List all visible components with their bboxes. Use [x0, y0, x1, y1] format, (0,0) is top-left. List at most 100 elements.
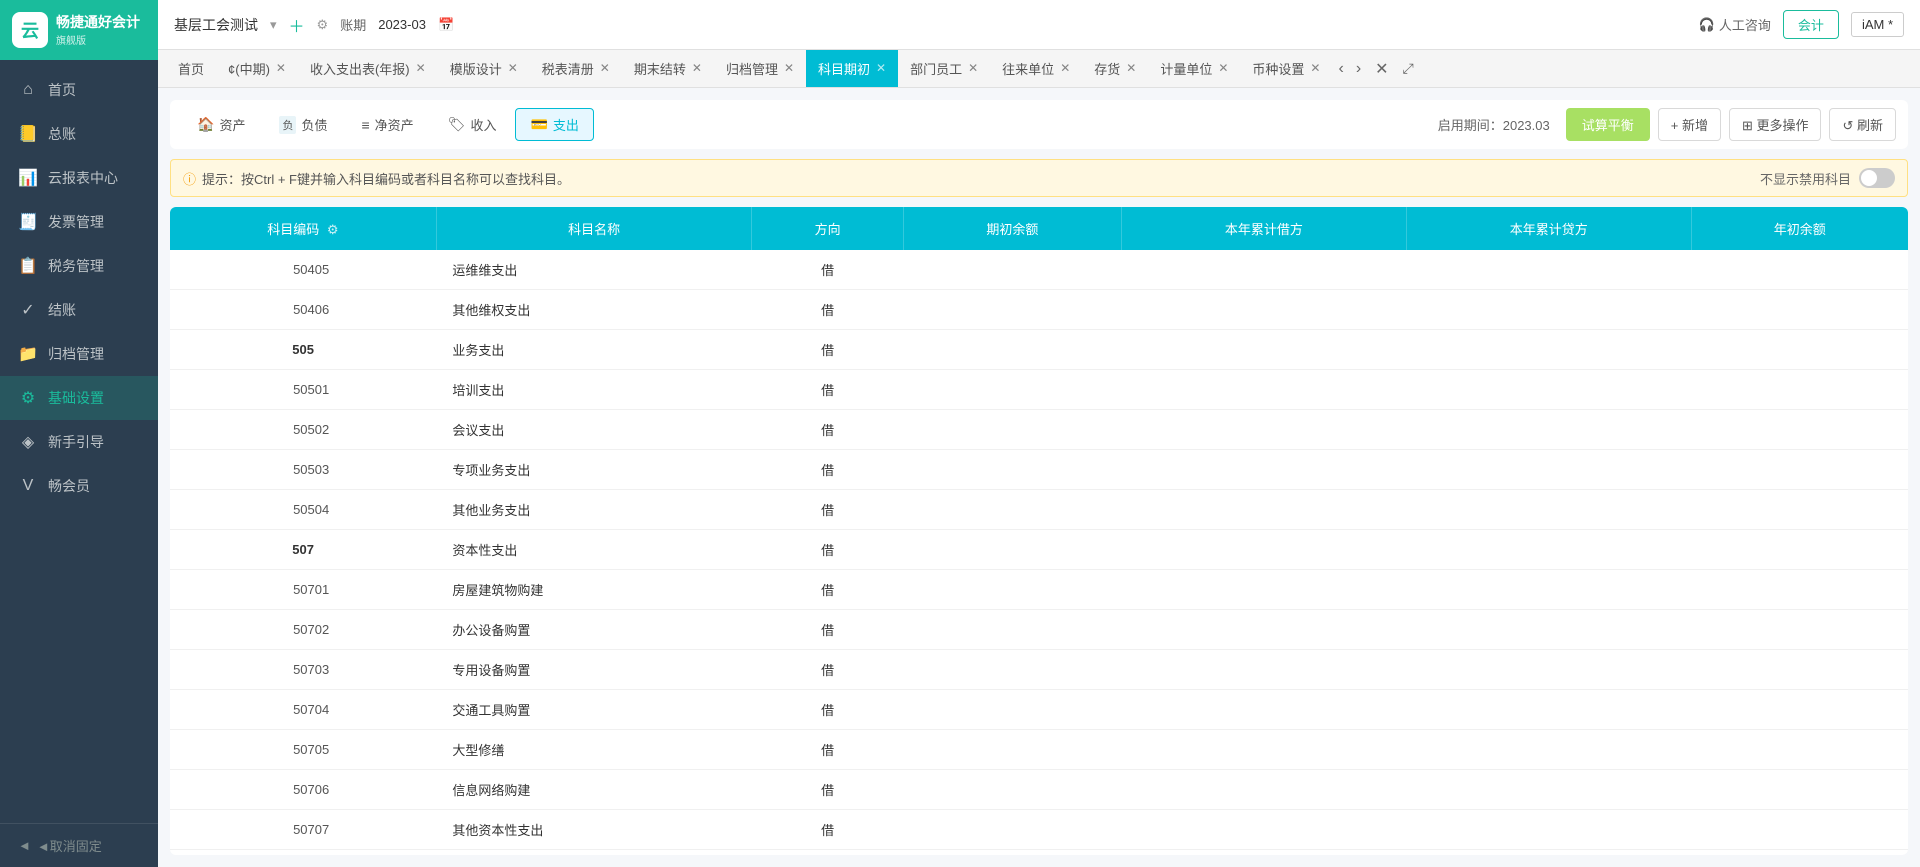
tab-dept[interactable]: 部门员工 ✕	[898, 50, 990, 88]
balance-btn[interactable]: 试算平衡	[1566, 108, 1650, 141]
tab-currency[interactable]: 币种设置 ✕	[1240, 50, 1332, 88]
table-row[interactable]: 50405 运维维支出 借	[170, 250, 1908, 290]
cell-code: 50703	[170, 650, 436, 690]
table-row[interactable]: 50706 信息网络购建 借	[170, 770, 1908, 810]
cell-name: 大型修缮	[436, 730, 752, 770]
tab-close-period[interactable]: ✕	[276, 61, 286, 75]
cell-year-opening	[1691, 610, 1908, 650]
sidebar-item-ledger[interactable]: 📒 总账	[0, 112, 158, 156]
more-ops-btn[interactable]: ⊞ 更多操作	[1729, 108, 1822, 141]
col-settings-icon[interactable]: ⚙	[327, 222, 339, 237]
company-dropdown-icon[interactable]: ▾	[270, 17, 277, 33]
guide-icon: ◈	[18, 432, 38, 452]
cell-direction: 借	[752, 690, 903, 730]
iam-label[interactable]: iAM *	[1851, 12, 1904, 37]
table-row[interactable]: 50406 其他维权支出 借	[170, 290, 1908, 330]
service-btn[interactable]: 🎧 人工咨询	[1699, 15, 1771, 34]
sidebar-item-guide[interactable]: ◈ 新手引导	[0, 420, 158, 464]
tab-scroll-left-btn[interactable]: ‹	[1332, 50, 1349, 87]
tab-close-unit[interactable]: ✕	[1060, 61, 1070, 75]
expense-icon: 💳	[530, 116, 547, 133]
sidebar-collapse-btn[interactable]: ◄ ◄取消固定	[0, 823, 158, 867]
table-row[interactable]: 50705 大型修缮 借	[170, 730, 1908, 770]
tab-subject-init[interactable]: 科目期初 ✕	[806, 50, 898, 88]
table-row[interactable]: 505 业务支出 借	[170, 330, 1908, 370]
filter-tab-income[interactable]: 🏷 收入	[433, 108, 512, 141]
refresh-btn[interactable]: ↺ 刷新	[1829, 108, 1896, 141]
cell-direction: 借	[752, 770, 903, 810]
tab-close-all-btn[interactable]: ✕	[1367, 50, 1396, 87]
tab-template[interactable]: 模版设计 ✕	[438, 50, 530, 88]
tab-tax[interactable]: 税表清册 ✕	[530, 50, 622, 88]
table-scroll-area[interactable]: 科目编码 ⚙ 科目名称 方向 期初余额 本年累计借方 本年累计贷方 年初余额	[170, 207, 1908, 855]
tab-measure[interactable]: 计量单位 ✕	[1148, 50, 1240, 88]
table-row[interactable]: 510 其他支出 借	[170, 850, 1908, 856]
user-role-btn[interactable]: 会计	[1783, 10, 1839, 39]
table-row[interactable]: 50703 专用设备购置 借	[170, 650, 1908, 690]
filter-tab-expense[interactable]: 💳 支出	[515, 108, 593, 141]
sidebar-item-archive[interactable]: 📁 归档管理	[0, 332, 158, 376]
disable-subject-toggle[interactable]	[1859, 168, 1895, 188]
tab-close-inventory[interactable]: ✕	[1126, 61, 1136, 75]
table-row[interactable]: 50701 房屋建筑物购建 借	[170, 570, 1908, 610]
cell-name: 交通工具购置	[436, 690, 752, 730]
sidebar-item-member[interactable]: V 畅会员	[0, 464, 158, 508]
add-company-btn[interactable]: ＋	[289, 13, 305, 37]
table-header-row: 科目编码 ⚙ 科目名称 方向 期初余额 本年累计借方 本年累计贷方 年初余额	[170, 207, 1908, 250]
cell-direction: 借	[752, 330, 903, 370]
tab-close-dept[interactable]: ✕	[968, 61, 978, 75]
tab-close-currency[interactable]: ✕	[1310, 61, 1320, 75]
archive-icon: 📁	[18, 344, 38, 364]
table-row[interactable]: 507 资本性支出 借	[170, 530, 1908, 570]
cell-direction: 借	[752, 490, 903, 530]
filter-tab-asset[interactable]: 🏠 资产	[182, 108, 260, 141]
tab-expand-btn[interactable]: ⤢	[1397, 50, 1420, 87]
tab-close-filing[interactable]: ✕	[784, 61, 794, 75]
cell-ytd-credit	[1406, 490, 1691, 530]
cell-ytd-debit	[1121, 650, 1406, 690]
tab-close-template[interactable]: ✕	[508, 61, 518, 75]
tab-period[interactable]: ¢(中期) ✕	[216, 50, 298, 88]
calendar-icon[interactable]: 📅	[438, 17, 454, 33]
sidebar-item-reports[interactable]: 📊 云报表中心	[0, 156, 158, 200]
sidebar-item-settings[interactable]: ⚙ 基础设置	[0, 376, 158, 420]
tab-home[interactable]: 首页	[166, 50, 216, 88]
settings-icon: ⚙	[18, 388, 38, 408]
table-row[interactable]: 50702 办公设备购置 借	[170, 610, 1908, 650]
tab-close-subject-init[interactable]: ✕	[876, 61, 886, 75]
table-row[interactable]: 50704 交通工具购置 借	[170, 690, 1908, 730]
table-row[interactable]: 50501 培训支出 借	[170, 370, 1908, 410]
col-year-opening: 年初余额	[1691, 207, 1908, 250]
cell-name: 会议支出	[436, 410, 752, 450]
cell-ytd-debit	[1121, 410, 1406, 450]
cell-code: 50503	[170, 450, 436, 490]
table-row[interactable]: 50504 其他业务支出 借	[170, 490, 1908, 530]
sidebar-item-settle[interactable]: ✓ 结账	[0, 288, 158, 332]
tab-scroll-right-btn[interactable]: ›	[1350, 50, 1367, 87]
filter-tab-liability[interactable]: 负 负债	[264, 108, 342, 141]
table-row[interactable]: 50707 其他资本性支出 借	[170, 810, 1908, 850]
sidebar-item-invoice[interactable]: 🧾 发票管理	[0, 200, 158, 244]
tab-income[interactable]: 收入支出表(年报) ✕	[298, 50, 438, 88]
tab-close-measure[interactable]: ✕	[1218, 61, 1228, 75]
table-row[interactable]: 50503 专项业务支出 借	[170, 450, 1908, 490]
sidebar-item-tax[interactable]: 📋 税务管理	[0, 244, 158, 288]
cell-ytd-debit	[1121, 730, 1406, 770]
cell-opening	[903, 410, 1121, 450]
tab-close-yearend[interactable]: ✕	[692, 61, 702, 75]
tab-close-income[interactable]: ✕	[416, 61, 426, 75]
tab-filing[interactable]: 归档管理 ✕	[714, 50, 806, 88]
add-btn[interactable]: + 新增	[1658, 108, 1721, 141]
notice-bar: ⓘ 提示：按Ctrl + F键并输入科目编码或者科目名称可以查找科目。 不显示禁…	[170, 159, 1908, 197]
company-settings-icon[interactable]: ⚙	[317, 17, 329, 33]
tab-unit[interactable]: 往来单位 ✕	[990, 50, 1082, 88]
cell-ytd-credit	[1406, 650, 1691, 690]
notice-toggle-area: 不显示禁用科目	[1760, 168, 1895, 188]
sidebar-item-home[interactable]: ⌂ 首页	[0, 68, 158, 112]
cell-ytd-credit	[1406, 250, 1691, 290]
tab-yearend[interactable]: 期末结转 ✕	[622, 50, 714, 88]
tab-close-tax[interactable]: ✕	[600, 61, 610, 75]
table-row[interactable]: 50502 会议支出 借	[170, 410, 1908, 450]
tab-inventory[interactable]: 存货 ✕	[1082, 50, 1148, 88]
filter-tab-equity[interactable]: ≡ 净资产	[346, 108, 428, 141]
